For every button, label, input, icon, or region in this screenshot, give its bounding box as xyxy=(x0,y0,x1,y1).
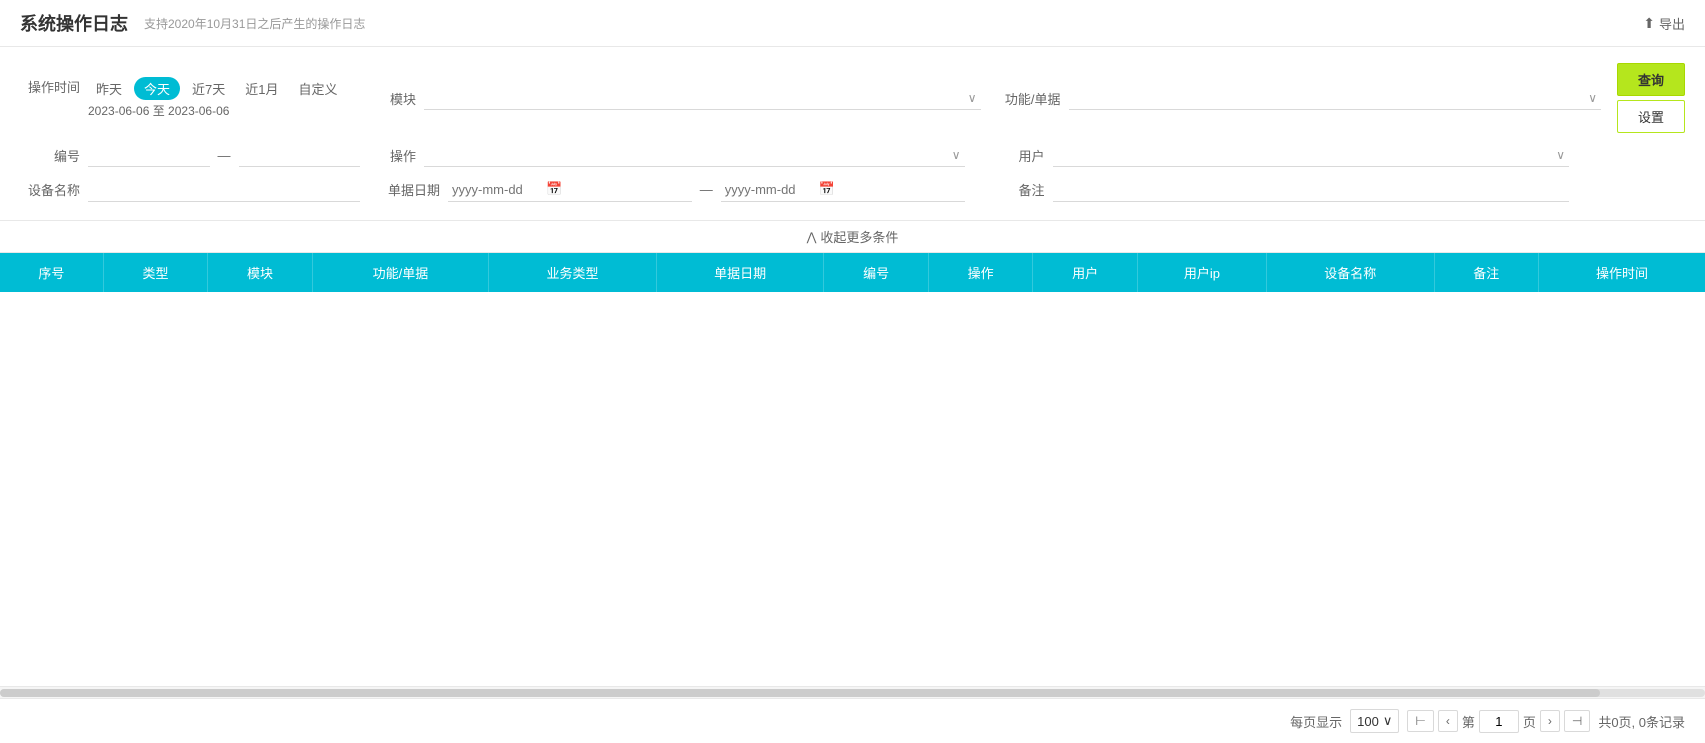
col-op-time: 操作时间 xyxy=(1539,253,1705,292)
calendar-end-icon[interactable]: 📅 xyxy=(819,181,835,197)
col-no: 序号 xyxy=(0,253,103,292)
yesterday-button[interactable]: 昨天 xyxy=(88,77,130,100)
no-start-input[interactable] xyxy=(88,143,210,167)
export-button[interactable]: ⬆ 导出 xyxy=(1643,14,1685,33)
function-label: 功能/单据 xyxy=(1001,89,1061,108)
page-subtitle: 支持2020年10月31日之后产生的操作日志 xyxy=(144,15,365,32)
today-button[interactable]: 今天 xyxy=(134,77,180,100)
function-input[interactable] xyxy=(1073,90,1589,105)
scrollbar-thumb[interactable] xyxy=(0,689,1600,697)
prev-page-button[interactable]: ‹ xyxy=(1438,710,1458,732)
device-label: 设备名称 xyxy=(20,180,80,199)
no-label: 编号 xyxy=(20,146,80,165)
total-label: 共0页, 0条记录 xyxy=(1598,712,1685,731)
action-buttons: 查询 设置 xyxy=(1617,63,1685,133)
horizontal-scrollbar[interactable] xyxy=(0,686,1705,698)
remark-input[interactable] xyxy=(1053,178,1570,202)
table-header-row: 序号 类型 模块 功能/单据 业务类型 单据日期 编号 操作 用户 用户ip 设… xyxy=(0,253,1705,292)
col-code: 编号 xyxy=(824,253,928,292)
col-module: 模块 xyxy=(208,253,312,292)
user-input[interactable] xyxy=(1057,147,1557,162)
date-range-display: 2023-06-06 至 2023-06-06 xyxy=(88,102,346,119)
col-type: 类型 xyxy=(103,253,207,292)
custom-button[interactable]: 自定义 xyxy=(291,77,346,100)
user-label: 用户 xyxy=(985,146,1045,165)
page-size-chevron-icon: ∨ xyxy=(1383,713,1393,729)
page-unit: 页 xyxy=(1523,712,1536,731)
operation-label: 操作 xyxy=(380,146,416,165)
first-page-button[interactable]: ⊢ xyxy=(1407,710,1433,732)
page-number-input[interactable] xyxy=(1479,710,1519,733)
voucher-date-start-input[interactable] xyxy=(452,182,542,197)
col-device-name: 设备名称 xyxy=(1266,253,1434,292)
next-page-button[interactable]: › xyxy=(1540,710,1560,732)
export-icon: ⬆ xyxy=(1643,15,1655,32)
device-input[interactable] xyxy=(88,178,360,202)
col-operation: 操作 xyxy=(928,253,1032,292)
collapse-bar[interactable]: ⋀ 收起更多条件 xyxy=(0,221,1705,253)
module-chevron-icon[interactable]: ∨ xyxy=(968,91,977,105)
last7days-button[interactable]: 近7天 xyxy=(184,77,233,100)
user-chevron-icon[interactable]: ∨ xyxy=(1556,148,1565,162)
calendar-start-icon[interactable]: 📅 xyxy=(546,181,562,197)
operation-input[interactable] xyxy=(428,147,952,162)
query-button[interactable]: 查询 xyxy=(1617,63,1685,96)
pagination-nav: ⊢ ‹ 第 页 › ⊣ xyxy=(1407,710,1590,733)
voucher-date-end-input[interactable] xyxy=(725,182,815,197)
col-biz-type: 业务类型 xyxy=(489,253,657,292)
col-user: 用户 xyxy=(1033,253,1137,292)
last1month-button[interactable]: 近1月 xyxy=(237,77,286,100)
page-size-select[interactable]: 100 ∨ xyxy=(1350,709,1399,733)
settings-button[interactable]: 设置 xyxy=(1617,100,1685,133)
page-size-value: 100 xyxy=(1357,714,1379,729)
page-title: 系统操作日志 xyxy=(20,10,128,36)
table-wrapper: 序号 类型 模块 功能/单据 业务类型 单据日期 编号 操作 用户 用户ip 设… xyxy=(0,253,1705,686)
col-user-ip: 用户ip xyxy=(1137,253,1266,292)
pagination-bar: 每页显示 100 ∨ ⊢ ‹ 第 页 › ⊣ 共0页, 0条记录 xyxy=(0,698,1705,743)
operation-chevron-icon[interactable]: ∨ xyxy=(952,148,961,162)
page-label: 第 xyxy=(1462,712,1475,731)
module-label: 模块 xyxy=(380,89,416,108)
export-label: 导出 xyxy=(1659,14,1685,33)
no-end-input[interactable] xyxy=(239,143,361,167)
voucher-date-dash: — xyxy=(700,182,713,197)
filter-area: 操作时间 昨天 今天 近7天 近1月 自定义 2023-06-06 至 2023… xyxy=(0,47,1705,221)
function-chevron-icon[interactable]: ∨ xyxy=(1588,91,1597,105)
time-label: 操作时间 xyxy=(20,77,80,96)
empty-area xyxy=(0,292,1705,652)
scrollbar-track xyxy=(0,689,1705,697)
collapse-icon: ⋀ xyxy=(807,230,817,244)
last-page-button[interactable]: ⊣ xyxy=(1564,710,1590,732)
collapse-button[interactable]: ⋀ 收起更多条件 xyxy=(807,227,899,246)
collapse-label: 收起更多条件 xyxy=(820,227,898,246)
col-remark: 备注 xyxy=(1434,253,1538,292)
remark-label: 备注 xyxy=(985,180,1045,199)
data-table: 序号 类型 模块 功能/单据 业务类型 单据日期 编号 操作 用户 用户ip 设… xyxy=(0,253,1705,292)
no-dash: — xyxy=(218,148,231,163)
voucher-date-label: 单据日期 xyxy=(380,180,440,199)
col-function: 功能/单据 xyxy=(312,253,488,292)
per-page-label: 每页显示 xyxy=(1290,712,1342,731)
module-input[interactable] xyxy=(428,90,968,105)
col-voucher-date: 单据日期 xyxy=(656,253,824,292)
